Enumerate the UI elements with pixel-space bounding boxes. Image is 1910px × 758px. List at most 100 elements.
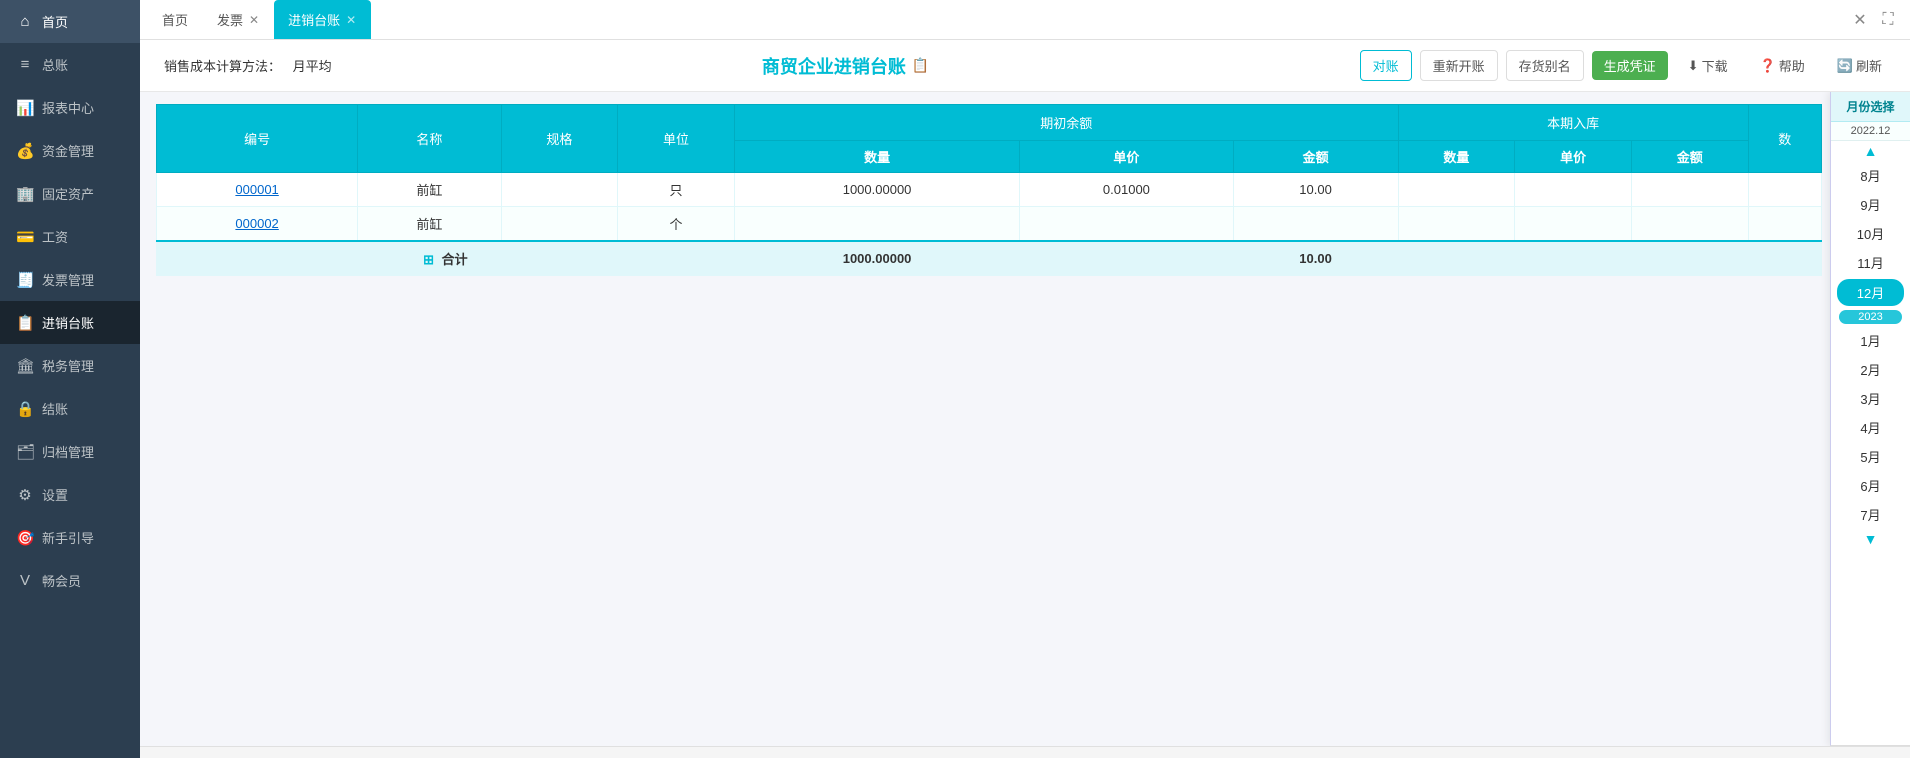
month-item-2023-1[interactable]: 1月 [1831,326,1910,355]
total-inbound-price [1515,241,1632,276]
cell-inbound-price-2 [1515,207,1632,242]
sidebar: ⌂ 首页 ≡ 总账 📊 报表中心 💰 资金管理 🏢 固定资产 💳 工资 🧾 发票… [0,0,140,758]
tab-invoice-close[interactable]: ✕ [249,13,259,27]
tab-purchase-sales-close[interactable]: ✕ [346,13,356,27]
download-label: 下载 [1702,56,1728,75]
cell-opening-qty-2 [734,207,1019,242]
month-item-2023-2[interactable]: 2月 [1831,355,1910,384]
tab-invoice[interactable]: 发票 ✕ [203,0,274,39]
invoice-mgmt-icon: 🧾 [16,271,34,289]
col-unit: 单位 [618,105,735,173]
help-button[interactable]: ❓ 帮助 [1748,51,1817,80]
settings-icon: ⚙ [16,486,34,504]
month-item-12[interactable]: 12月 [1837,279,1904,306]
col-name: 名称 [358,105,501,173]
table-total-row: ⊞ 合计 1000.00000 10.00 [157,241,1822,276]
title-info-icon[interactable]: 📋 [912,57,929,74]
month-scroll-up[interactable]: ▲ [1831,141,1910,161]
sidebar-item-vip[interactable]: V 畅会员 [0,559,140,602]
tab-home[interactable]: 首页 [148,0,203,39]
sidebar-item-invoice-mgmt[interactable]: 🧾 发票管理 [0,258,140,301]
table-header-top: 编号 名称 规格 单位 期初余额 本期入库 数 [157,105,1822,141]
save-alias-button[interactable]: 存货别名 [1506,50,1584,81]
refresh-label: 刷新 [1856,56,1882,75]
sidebar-label-vip: 畅会员 [42,571,81,590]
sidebar-item-salary[interactable]: 💳 工资 [0,215,140,258]
col-extra: 数 [1748,105,1821,173]
toolbar: 销售成本计算方法： 月平均 商贸企业进销台账 📋 对账 重新开账 存货别名 生成… [140,40,1910,92]
window-close-button[interactable]: ✕ [1850,10,1870,30]
tab-purchase-sales[interactable]: 进销台账 ✕ [274,0,371,39]
cell-name-1: 前缸 [358,173,501,207]
download-icon: ⬇ [1688,58,1699,74]
cell-code-1: 000001 [157,173,358,207]
purchase-sales-icon: 📋 [16,314,34,332]
download-button[interactable]: ⬇ 下载 [1676,51,1740,80]
month-panel-title: 月份选择 [1831,92,1910,122]
sidebar-item-archive[interactable]: 🗂 归档管理 [0,430,140,473]
col-inbound-amount: 金额 [1631,141,1748,173]
total-label-cell: ⊞ 合计 [157,241,735,276]
month-item-2023-5[interactable]: 5月 [1831,442,1910,471]
salary-icon: 💳 [16,228,34,246]
sidebar-item-ledger[interactable]: ≡ 总账 [0,43,140,86]
sidebar-label-guide: 新手引导 [42,528,94,547]
window-maximize-button[interactable]: ⛶ [1878,10,1898,30]
month-item-9[interactable]: 9月 [1831,190,1910,219]
sidebar-item-tax[interactable]: 🏛 税务管理 [0,344,140,387]
generate-voucher-button[interactable]: 生成凭证 [1592,51,1668,80]
total-inbound-amount [1631,241,1748,276]
sidebar-item-guide[interactable]: 🎯 新手引导 [0,516,140,559]
sidebar-item-purchase-sales[interactable]: 📋 进销台账 [0,301,140,344]
content-area: 销售成本计算方法： 月平均 商贸企业进销台账 📋 对账 重新开账 存货别名 生成… [140,40,1910,758]
cell-extra-2 [1748,207,1821,242]
help-label: 帮助 [1779,56,1805,75]
home-icon: ⌂ [16,13,34,30]
sidebar-item-closing[interactable]: 🔒 结账 [0,387,140,430]
sidebar-label-home: 首页 [42,12,68,31]
tax-icon: 🏛 [16,357,34,375]
month-panel: 月份选择 2022.12 ▲ 8月 9月 10月 11月 12月 2023 1月… [1830,92,1910,746]
month-item-2023-6[interactable]: 6月 [1831,471,1910,500]
month-item-2023-7[interactable]: 7月 [1831,500,1910,529]
sidebar-label-salary: 工资 [42,227,68,246]
col-inbound-qty: 数量 [1398,141,1515,173]
cell-name-2: 前缸 [358,207,501,242]
col-inbound: 本期入库 [1398,105,1748,141]
reopen-button[interactable]: 重新开账 [1420,50,1498,81]
month-scroll-down[interactable]: ▼ [1831,529,1910,549]
cell-spec-1 [501,173,618,207]
page-title: 商贸企业进销台账 📋 [332,53,1360,79]
report-icon: 📊 [16,99,34,117]
sidebar-item-assets[interactable]: 🏢 固定资产 [0,172,140,215]
sidebar-item-home[interactable]: ⌂ 首页 [0,0,140,43]
cost-method-value: 月平均 [293,59,332,74]
month-item-11[interactable]: 11月 [1831,248,1910,277]
col-inbound-price: 单价 [1515,141,1632,173]
sidebar-label-tax: 税务管理 [42,356,94,375]
month-item-2023-4[interactable]: 4月 [1831,413,1910,442]
sidebar-label-archive: 归档管理 [42,442,94,461]
total-inbound-qty [1398,241,1515,276]
refresh-icon: 🔄 [1837,58,1853,74]
main-table: 编号 名称 规格 单位 期初余额 本期入库 数 数量 单价 金额 数 [156,104,1822,276]
guide-icon: 🎯 [16,529,34,547]
sidebar-label-settings: 设置 [42,485,68,504]
horizontal-scrollbar[interactable] [140,746,1910,758]
col-opening-qty: 数量 [734,141,1019,173]
refresh-button[interactable]: 🔄 刷新 [1825,51,1894,80]
month-item-10[interactable]: 10月 [1831,219,1910,248]
total-icon: ⊞ [423,252,434,267]
month-item-8[interactable]: 8月 [1831,161,1910,190]
finance-icon: 💰 [16,142,34,160]
col-opening-balance: 期初余额 [734,105,1398,141]
month-item-2023-3[interactable]: 3月 [1831,384,1910,413]
sidebar-item-report[interactable]: 📊 报表中心 [0,86,140,129]
col-spec: 规格 [501,105,618,173]
sidebar-item-finance[interactable]: 💰 资金管理 [0,129,140,172]
cell-unit-2: 个 [618,207,735,242]
reconcile-button[interactable]: 对账 [1360,50,1412,81]
sidebar-item-settings[interactable]: ⚙ 设置 [0,473,140,516]
col-code: 编号 [157,105,358,173]
main-area: 首页 发票 ✕ 进销台账 ✕ ✕ ⛶ 销售成本计算方法： 月平均 商贸企业进销台… [140,0,1910,758]
